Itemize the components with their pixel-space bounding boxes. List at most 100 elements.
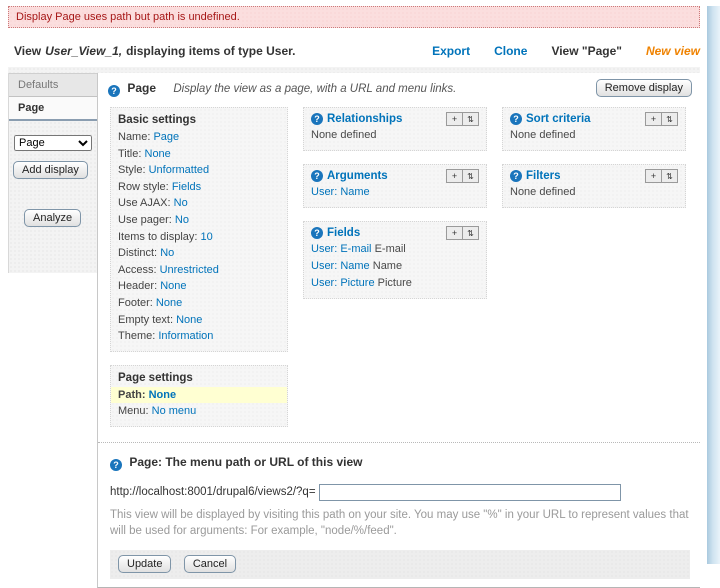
tab-defaults[interactable]: Defaults — [9, 73, 97, 97]
path-input[interactable] — [318, 483, 621, 501]
settings-columns: Basic settings Name: Page Title: None St… — [98, 99, 700, 442]
form-actions: Update Cancel — [110, 549, 690, 579]
add-display-button[interactable]: Add display — [13, 161, 88, 179]
view-name: User_View_1, — [45, 44, 123, 58]
setting-label: Theme: — [118, 330, 156, 343]
field-link[interactable]: User: Picture — [311, 277, 375, 289]
argument-link[interactable]: User: Name — [311, 186, 370, 198]
fields-title-link[interactable]: Fields — [327, 227, 360, 239]
add-icon[interactable]: + — [446, 112, 463, 126]
view-page-link[interactable]: View "Page" — [551, 44, 622, 58]
add-icon[interactable]: + — [645, 169, 662, 183]
path-description: This view will be displayed by visiting … — [110, 508, 689, 537]
setting-value-link[interactable]: None — [145, 148, 171, 160]
add-icon[interactable]: + — [645, 112, 662, 126]
setting-label: Menu: — [118, 405, 149, 418]
arguments-bucket: ? Arguments + ⇅ User: Name — [303, 164, 487, 208]
help-icon[interactable]: ? — [510, 170, 522, 182]
views-ui-container: Defaults Page Page Add display Analyze ?… — [8, 67, 700, 588]
help-icon[interactable]: ? — [311, 227, 323, 239]
help-icon[interactable]: ? — [108, 85, 120, 97]
analyze-button[interactable]: Analyze — [24, 209, 82, 227]
setting-label: Empty text: — [118, 313, 174, 326]
menu-value-link[interactable]: No menu — [152, 405, 197, 417]
path-form-heading: ? Page: The menu path or URL of this vie… — [110, 455, 690, 471]
view-header: View User_View_1, displaying items of ty… — [0, 37, 720, 67]
column-right: ? Sort criteria + ⇅ None defined ? Filte… — [502, 107, 686, 221]
remove-display-button[interactable]: Remove display — [595, 79, 692, 97]
setting-label: Footer: — [118, 296, 153, 309]
display-title: Page — [127, 81, 157, 95]
relationships-title-link[interactable]: Relationships — [327, 113, 402, 125]
setting-value-link[interactable]: Unrestricted — [160, 264, 219, 276]
display-type-select[interactable]: Page — [14, 135, 92, 151]
column-basic-settings: Basic settings Name: Page Title: None St… — [110, 107, 288, 440]
sort-criteria-bucket: ? Sort criteria + ⇅ None defined — [502, 107, 686, 151]
relationships-bucket: ? Relationships + ⇅ None defined — [303, 107, 487, 151]
setting-value-link[interactable]: 10 — [201, 231, 213, 243]
fields-bucket: ? Fields + ⇅ User: E-mail E-mail User: N… — [303, 221, 487, 299]
setting-row-use-pager: Use pager: No — [118, 212, 280, 229]
path-input-row: http://localhost:8001/drupal6/views2/?q= — [110, 483, 690, 501]
help-icon[interactable]: ? — [311, 113, 323, 125]
field-label: Picture — [377, 277, 412, 289]
error-banner: Display Page uses path but path is undef… — [8, 6, 700, 28]
setting-label: Access: — [118, 263, 157, 276]
sort-criteria-empty: None defined — [510, 129, 576, 141]
setting-row-footer: Footer: None — [118, 295, 280, 312]
path-form-heading-text: Page: The menu path or URL of this view — [129, 454, 363, 469]
clone-link[interactable]: Clone — [494, 44, 527, 58]
arguments-title-link[interactable]: Arguments — [327, 170, 388, 182]
rearrange-icon[interactable]: ⇅ — [661, 169, 678, 183]
setting-row-empty-text: Empty text: None — [118, 312, 280, 329]
rearrange-icon[interactable]: ⇅ — [462, 226, 479, 240]
view-title-prefix: View — [14, 44, 42, 58]
field-link[interactable]: User: E-mail — [311, 243, 372, 255]
field-label: Name — [372, 260, 403, 272]
setting-row-access: Access: Unrestricted — [118, 262, 280, 279]
filters-bucket: ? Filters + ⇅ None defined — [502, 164, 686, 208]
setting-row-theme: Theme: Information — [118, 328, 280, 345]
tab-page[interactable]: Page — [9, 97, 97, 121]
setting-value-link[interactable]: No — [160, 247, 174, 259]
setting-row-header: Header: None — [118, 278, 280, 295]
field-link[interactable]: User: Name — [311, 260, 370, 272]
tab-defaults-label: Defaults — [18, 79, 59, 91]
setting-label: Use pager: — [118, 213, 172, 226]
argument-item: User: Name — [311, 184, 479, 201]
help-icon[interactable]: ? — [510, 113, 522, 125]
setting-value-link[interactable]: No — [174, 197, 188, 209]
add-icon[interactable]: + — [446, 226, 463, 240]
rearrange-icon[interactable]: ⇅ — [462, 169, 479, 183]
setting-value-link[interactable]: Unformatted — [149, 164, 210, 176]
setting-value-link[interactable]: None — [156, 297, 182, 309]
field-item: User: Name Name — [311, 258, 479, 275]
setting-label: Header: — [118, 280, 158, 293]
setting-row-style: Style: Unformatted — [118, 162, 280, 179]
setting-row-path: Path: None — [111, 386, 287, 404]
setting-value-link[interactable]: No — [175, 214, 189, 226]
setting-value-link[interactable]: None — [160, 280, 186, 292]
path-settings-form: ? Page: The menu path or URL of this vie… — [98, 441, 700, 587]
setting-value-link[interactable]: Fields — [172, 181, 201, 193]
filters-title-link[interactable]: Filters — [526, 170, 561, 182]
rearrange-icon[interactable]: ⇅ — [661, 112, 678, 126]
sort-criteria-title-link[interactable]: Sort criteria — [526, 113, 591, 125]
rearrange-icon[interactable]: ⇅ — [462, 112, 479, 126]
setting-row-row-style: Row style: Fields — [118, 179, 280, 196]
help-icon[interactable]: ? — [110, 458, 122, 471]
setting-value-link[interactable]: None — [176, 314, 202, 326]
setting-row-title: Title: None — [118, 146, 280, 163]
path-value-link[interactable]: None — [149, 389, 177, 401]
setting-value-link[interactable]: Information — [158, 330, 213, 342]
export-link[interactable]: Export — [432, 44, 470, 58]
new-view-link[interactable]: New view — [646, 44, 700, 58]
page-settings-box: Page settings Path: None Menu: No menu — [110, 364, 288, 427]
field-label: E-mail — [374, 243, 406, 255]
url-prefix: http://localhost:8001/drupal6/views2/?q= — [110, 486, 316, 499]
help-icon[interactable]: ? — [311, 170, 323, 182]
setting-row-items-to-display: Items to display: 10 — [118, 229, 280, 246]
setting-value-link[interactable]: Page — [153, 131, 179, 143]
add-icon[interactable]: + — [446, 169, 463, 183]
setting-row-distinct: Distinct: No — [118, 245, 280, 262]
